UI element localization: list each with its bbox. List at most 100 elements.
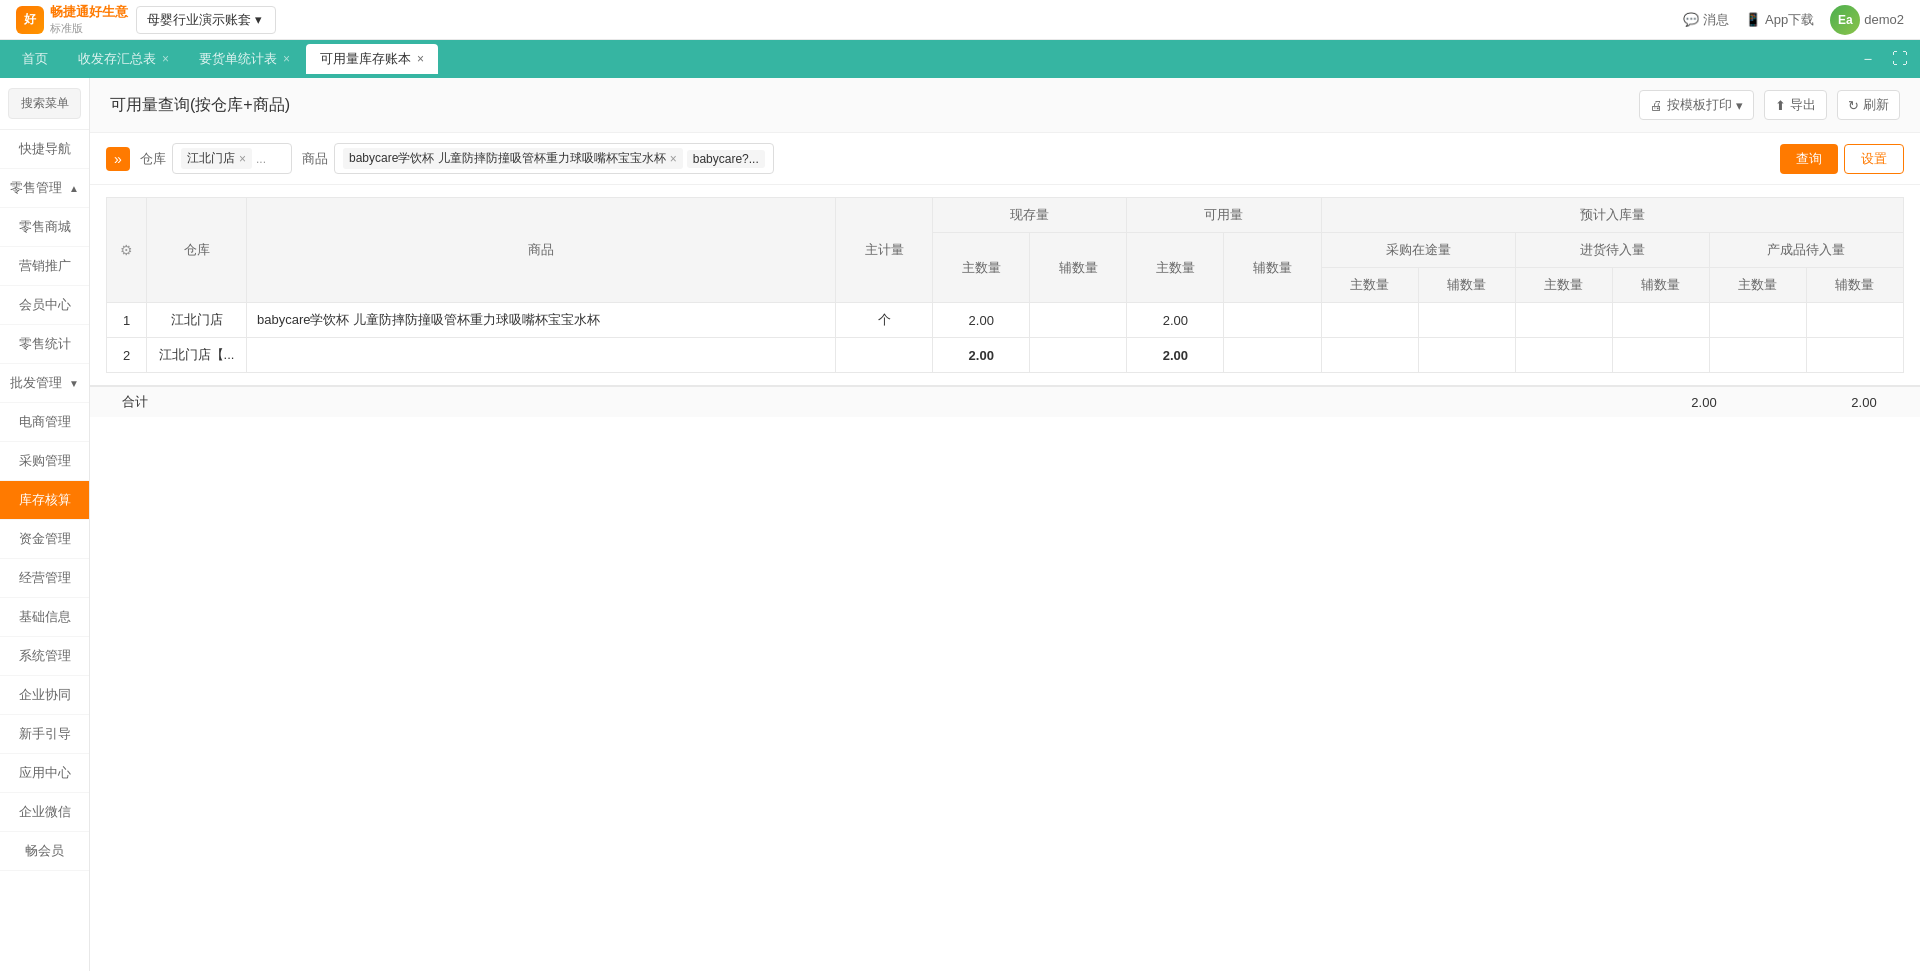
tab-home-label: 首页 <box>22 50 48 68</box>
header-left: 好 畅捷通好生意 标准版 母婴行业演示账套 ▾ <box>16 4 276 35</box>
product-tag-2-value: babycare?... <box>693 152 759 166</box>
user-profile[interactable]: Ea demo2 <box>1830 5 1904 35</box>
ecommerce-mgmt-label: 电商管理 <box>19 413 71 431</box>
product-tag-2: babycare?... <box>687 150 765 168</box>
cell-avail-main: 2.00 <box>1127 338 1224 373</box>
sidebar-item-basic-info[interactable]: 基础信息 <box>0 598 89 637</box>
sidebar-item-enterprise-collab[interactable]: 企业协同 <box>0 676 89 715</box>
th-incoming-main: 主数量 <box>1515 268 1612 303</box>
tab-demand-stats-close[interactable]: × <box>283 52 290 66</box>
marketing-label: 营销推广 <box>19 257 71 275</box>
tab-navigation: 首页 收发存汇总表 × 要货单统计表 × 可用量库存账本 × － ⛶ <box>0 40 1920 78</box>
filter-action-buttons: 查询 设置 <box>1780 144 1904 174</box>
filter-expand-button[interactable]: » <box>106 147 130 171</box>
tab-nav-actions: － ⛶ <box>1856 45 1912 74</box>
tab-receive-pay[interactable]: 收发存汇总表 × <box>64 44 183 74</box>
username: demo2 <box>1864 12 1904 27</box>
cell-warehouse: 江北门店【... <box>147 338 247 373</box>
gear-icon[interactable]: ⚙ <box>120 242 133 258</box>
vip-member-label: 畅会员 <box>25 842 64 860</box>
tab-home[interactable]: 首页 <box>8 44 62 74</box>
warehouse-filter-group: 仓库 江北门店 × ... <box>140 143 292 174</box>
retail-mgmt-label: 零售管理 <box>10 179 62 197</box>
warehouse-filter-input[interactable]: 江北门店 × ... <box>172 143 292 174</box>
sidebar: 搜索菜单 快捷导航 零售管理 ▲ 零售商城 营销推广 会员中心 零售统计 批发管… <box>0 78 90 971</box>
warehouse-tag-remove[interactable]: × <box>239 152 246 166</box>
cell-pur-transit-main <box>1321 303 1418 338</box>
sidebar-item-wholesale-mgmt[interactable]: 批发管理 ▼ <box>0 364 89 403</box>
warehouse-more[interactable]: ... <box>256 152 266 166</box>
tab-available-stock[interactable]: 可用量库存账本 × <box>306 44 438 74</box>
message-action[interactable]: 💬 消息 <box>1683 11 1729 29</box>
th-pur-transit-aux: 辅数量 <box>1418 268 1515 303</box>
th-pur-transit-main: 主数量 <box>1321 268 1418 303</box>
query-button[interactable]: 查询 <box>1780 144 1838 174</box>
table-footer: 合计 2.00 2.00 <box>90 385 1920 417</box>
tab-demand-stats[interactable]: 要货单统计表 × <box>185 44 304 74</box>
message-label: 消息 <box>1703 11 1729 29</box>
cell-incoming-main <box>1515 338 1612 373</box>
th-prod-aux: 辅数量 <box>1806 268 1903 303</box>
sidebar-item-ecommerce-mgmt[interactable]: 电商管理 <box>0 403 89 442</box>
brand-name: 畅捷通好生意 <box>50 4 128 21</box>
sidebar-item-retail-mall[interactable]: 零售商城 <box>0 208 89 247</box>
wholesale-mgmt-label: 批发管理 <box>10 374 62 392</box>
filter-bar: » 仓库 江北门店 × ... 商品 <box>90 133 1920 185</box>
retail-mall-label: 零售商城 <box>19 218 71 236</box>
logo-area: 好 畅捷通好生意 标准版 <box>16 4 128 35</box>
sidebar-item-new-guide[interactable]: 新手引导 <box>0 715 89 754</box>
sidebar-item-system-mgmt[interactable]: 系统管理 <box>0 637 89 676</box>
page-header-actions: 🖨 按模板打印 ▾ ⬆ 导出 ↻ 刷新 <box>1639 90 1900 120</box>
th-planned-inbound-group: 预计入库量 <box>1321 198 1904 233</box>
sidebar-item-purchase-mgmt[interactable]: 采购管理 <box>0 442 89 481</box>
sidebar-item-finance-mgmt[interactable]: 资金管理 <box>0 520 89 559</box>
cell-pur-transit-aux <box>1418 303 1515 338</box>
refresh-button[interactable]: ↻ 刷新 <box>1837 90 1900 120</box>
th-pur-transit-group: 采购在途量 <box>1321 233 1515 268</box>
member-center-label: 会员中心 <box>19 296 71 314</box>
tab-receive-pay-close[interactable]: × <box>162 52 169 66</box>
sidebar-item-retail-stats[interactable]: 零售统计 <box>0 325 89 364</box>
inventory-check-label: 库存核算 <box>19 491 71 509</box>
th-prod-main: 主数量 <box>1709 268 1806 303</box>
retail-stats-label: 零售统计 <box>19 335 71 353</box>
cell-prod-main <box>1709 303 1806 338</box>
sidebar-item-vip-member[interactable]: 畅会员 <box>0 832 89 871</box>
th-avail-aux: 辅数量 <box>1224 233 1321 303</box>
sidebar-item-retail-mgmt[interactable]: 零售管理 ▲ <box>0 169 89 208</box>
app-download-action[interactable]: 📱 App下载 <box>1745 11 1814 29</box>
tab-minimize-btn[interactable]: － <box>1856 45 1880 74</box>
cell-stock-main: 2.00 <box>933 338 1030 373</box>
store-selector[interactable]: 母婴行业演示账套 ▾ <box>136 6 276 34</box>
cell-prod-aux <box>1806 338 1903 373</box>
logo-icon: 好 <box>16 6 44 34</box>
user-initial: Ea <box>1838 13 1853 27</box>
system-mgmt-label: 系统管理 <box>19 647 71 665</box>
sidebar-item-inventory-check[interactable]: 库存核算 <box>0 481 89 520</box>
tab-available-stock-close[interactable]: × <box>417 52 424 66</box>
product-filter-input[interactable]: babycare学饮杯 儿童防摔防撞吸管杯重力球吸嘴杯宝宝水杯 × babyca… <box>334 143 774 174</box>
tab-maximize-btn[interactable]: ⛶ <box>1888 46 1912 72</box>
sidebar-item-quick-nav[interactable]: 快捷导航 <box>0 130 89 169</box>
footer-stock-main: 2.00 <box>1664 395 1744 410</box>
warehouse-tag: 江北门店 × <box>181 148 252 169</box>
data-table: ⚙ 仓库 商品 主计量 现存量 可用量 预计入库量 主数量 辅数量 <box>106 197 1904 373</box>
message-icon: 💬 <box>1683 12 1699 27</box>
cell-avail-aux <box>1224 303 1321 338</box>
edition-badge: 标准版 <box>50 21 128 35</box>
search-menu-button[interactable]: 搜索菜单 <box>8 88 81 119</box>
refresh-icon: ↻ <box>1848 98 1859 113</box>
product-tag-1-remove[interactable]: × <box>670 152 677 166</box>
sidebar-item-marketing[interactable]: 营销推广 <box>0 247 89 286</box>
sidebar-item-operations-mgmt[interactable]: 经营管理 <box>0 559 89 598</box>
sidebar-item-app-center[interactable]: 应用中心 <box>0 754 89 793</box>
th-settings: ⚙ <box>107 198 147 303</box>
tab-receive-pay-label: 收发存汇总表 <box>78 50 156 68</box>
store-name: 母婴行业演示账套 <box>147 11 251 29</box>
sidebar-item-member-center[interactable]: 会员中心 <box>0 286 89 325</box>
settings-button[interactable]: 设置 <box>1844 144 1904 174</box>
template-print-button[interactable]: 🖨 按模板打印 ▾ <box>1639 90 1754 120</box>
export-button[interactable]: ⬆ 导出 <box>1764 90 1827 120</box>
cell-pur-transit-aux <box>1418 338 1515 373</box>
sidebar-item-enterprise-wechat[interactable]: 企业微信 <box>0 793 89 832</box>
